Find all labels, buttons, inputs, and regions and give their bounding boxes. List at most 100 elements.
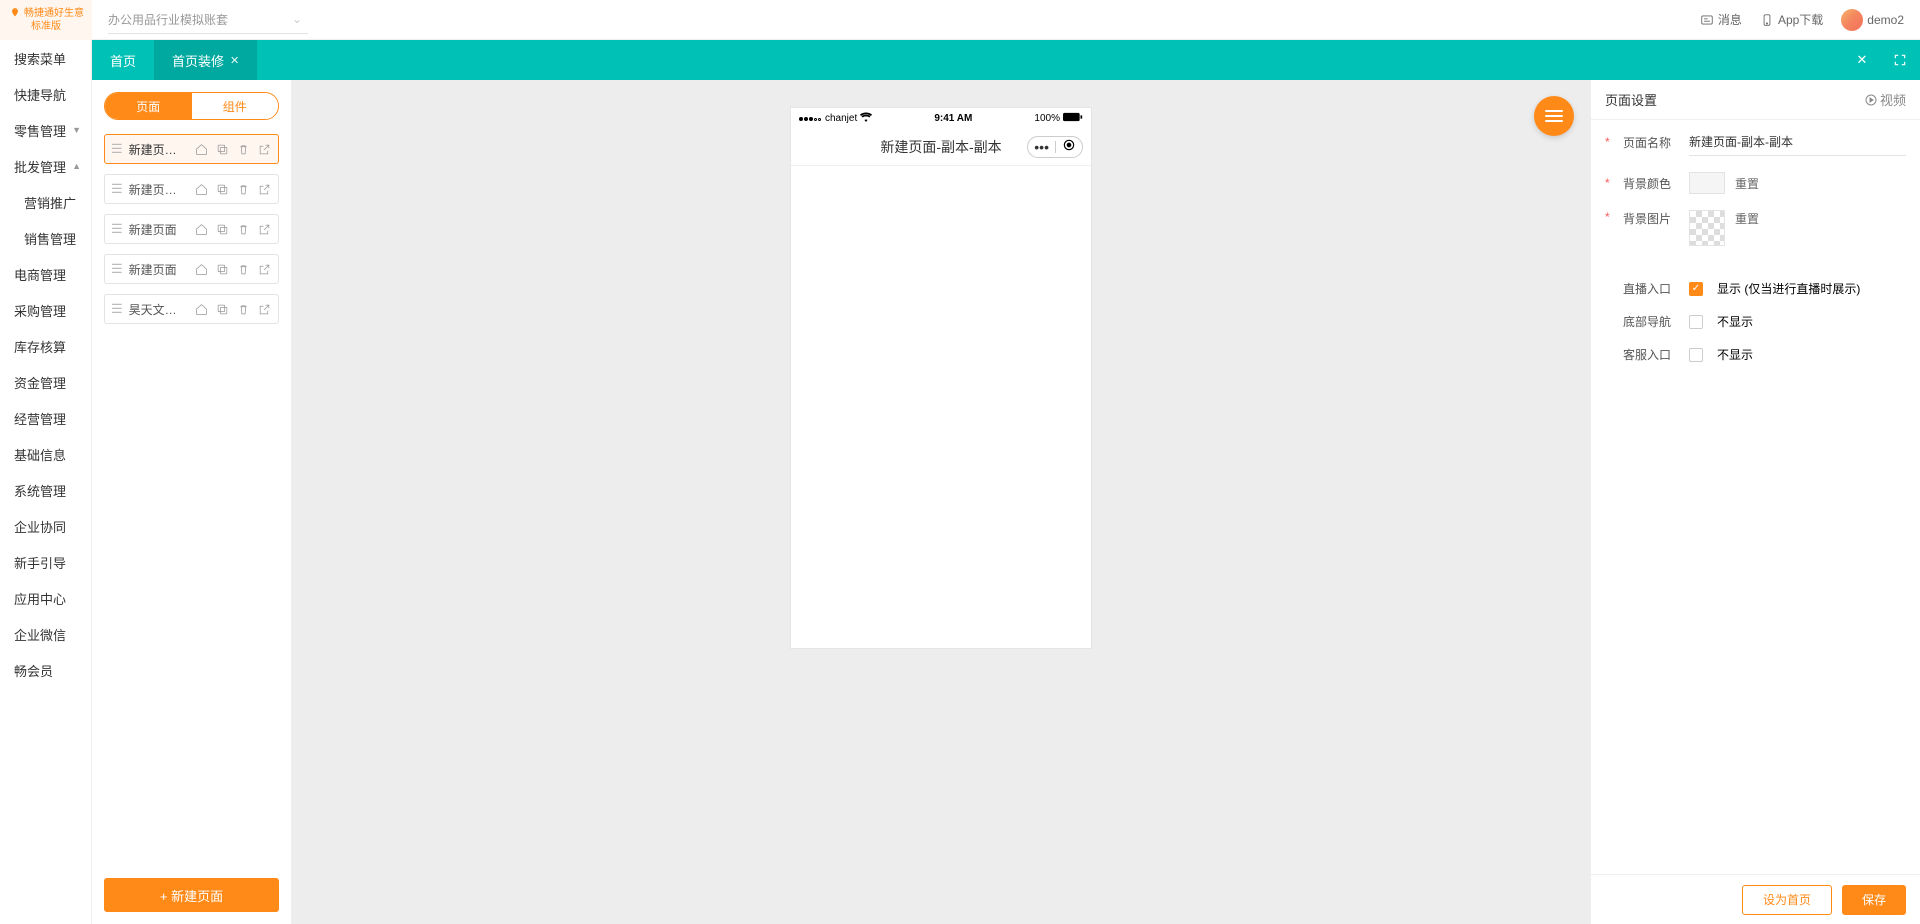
sidebar-item-wework[interactable]: 企业微信 <box>0 616 91 652</box>
required-mark: * <box>1605 210 1613 224</box>
wifi-icon <box>860 112 872 125</box>
cs-checkbox[interactable] <box>1689 348 1703 362</box>
more-icon[interactable]: ••• <box>1034 139 1049 155</box>
copy-icon[interactable] <box>215 142 230 157</box>
share-icon[interactable] <box>257 302 272 317</box>
delete-icon[interactable] <box>236 142 251 157</box>
delete-icon[interactable] <box>236 182 251 197</box>
page-name-input[interactable] <box>1689 128 1906 156</box>
segment-page[interactable]: 页面 <box>105 93 192 119</box>
copy-icon[interactable] <box>215 262 230 277</box>
app-download-link[interactable]: App下载 <box>1760 11 1823 28</box>
home-icon[interactable] <box>194 222 209 237</box>
tab-label: 首页 <box>110 51 136 70</box>
sidebar-item-collab[interactable]: 企业协同 <box>0 508 91 544</box>
sidebar-item-marketing[interactable]: 营销推广 <box>0 184 91 220</box>
tab-editor[interactable]: 首页装修 ✕ <box>154 40 257 80</box>
sidebar-item-finance[interactable]: 资金管理 <box>0 364 91 400</box>
drag-handle-icon[interactable]: ☰ <box>111 221 123 237</box>
share-icon[interactable] <box>257 262 272 277</box>
user-menu[interactable]: demo2 <box>1841 9 1904 31</box>
set-home-button[interactable]: 设为首页 <box>1742 885 1832 915</box>
sidebar-item-quicknav[interactable]: 快捷导航 <box>0 76 91 112</box>
reset-bgimg[interactable]: 重置 <box>1735 210 1759 227</box>
sidebar-item-search[interactable]: 搜索菜单 <box>0 40 91 76</box>
fullscreen-button[interactable] <box>1886 46 1914 74</box>
page-row[interactable]: ☰ 新建页面 <box>104 254 279 284</box>
avatar <box>1841 9 1863 31</box>
reset-bgcolor[interactable]: 重置 <box>1735 175 1759 192</box>
bg-image-picker[interactable] <box>1689 210 1725 246</box>
page-row[interactable]: ☰ 新建页面-副本-... <box>104 134 279 164</box>
home-icon[interactable] <box>194 302 209 317</box>
page-row[interactable]: ☰ 新建页面 <box>104 214 279 244</box>
sidebar-item-member[interactable]: 畅会员 <box>0 652 91 688</box>
delete-icon[interactable] <box>236 262 251 277</box>
video-help-link[interactable]: 视频 <box>1865 90 1906 109</box>
sidebar-item-label: 库存核算 <box>14 337 66 356</box>
copy-icon[interactable] <box>215 182 230 197</box>
required-mark: * <box>1605 135 1613 149</box>
sidebar-item-basics[interactable]: 基础信息 <box>0 436 91 472</box>
new-page-button[interactable]: + 新建页面 <box>104 878 279 912</box>
segment-control: 页面 组件 <box>104 92 279 120</box>
sidebar-item-retail[interactable]: 零售管理▼ <box>0 112 91 148</box>
required-mark: * <box>1605 176 1613 190</box>
target-icon[interactable] <box>1062 138 1076 155</box>
bottomnav-checkbox[interactable] <box>1689 315 1703 329</box>
editor-canvas[interactable]: chanjet 9:41 AM 100% 新建页面-副本-副本 <box>292 80 1590 924</box>
sidebar-item-guide[interactable]: 新手引导 <box>0 544 91 580</box>
sidebar-item-ecommerce[interactable]: 电商管理 <box>0 256 91 292</box>
page-row[interactable]: ☰ 昊天文具店 <box>104 294 279 324</box>
field-label: 页面名称 <box>1623 134 1679 151</box>
sidebar-item-label: 系统管理 <box>14 481 66 500</box>
page-row[interactable]: ☰ 新建页面-副本 <box>104 174 279 204</box>
menu-fab[interactable] <box>1534 96 1574 136</box>
cs-text: 不显示 <box>1717 346 1753 363</box>
drag-handle-icon[interactable]: ☰ <box>111 301 123 317</box>
tab-label: 首页装修 <box>172 51 224 70</box>
home-icon[interactable] <box>194 262 209 277</box>
sidebar-item-wholesale[interactable]: 批发管理▲ <box>0 148 91 184</box>
delete-icon[interactable] <box>236 302 251 317</box>
delete-icon[interactable] <box>236 222 251 237</box>
home-icon[interactable] <box>194 142 209 157</box>
drag-handle-icon[interactable]: ☰ <box>111 181 123 197</box>
chevron-down-icon: ⌄ <box>292 12 302 26</box>
sidebar-item-label: 销售管理 <box>24 229 76 248</box>
copy-icon[interactable] <box>215 302 230 317</box>
segment-component[interactable]: 组件 <box>192 93 279 119</box>
sidebar-item-label: 电商管理 <box>14 265 66 284</box>
page-name: 新建页面 <box>129 221 188 238</box>
messages-link[interactable]: 消息 <box>1700 11 1742 28</box>
account-selector[interactable]: 办公用品行业模拟账套 ⌄ <box>108 6 308 34</box>
sidebar-item-business[interactable]: 经营管理 <box>0 400 91 436</box>
share-icon[interactable] <box>257 222 272 237</box>
copy-icon[interactable] <box>215 222 230 237</box>
share-icon[interactable] <box>257 182 272 197</box>
field-label: 客服入口 <box>1623 346 1679 363</box>
sidebar-item-inventory[interactable]: 库存核算 <box>0 328 91 364</box>
drag-handle-icon[interactable]: ☰ <box>111 141 123 157</box>
share-icon[interactable] <box>257 142 272 157</box>
sidebar-item-purchase[interactable]: 采购管理 <box>0 292 91 328</box>
sidebar-item-label: 快捷导航 <box>14 85 66 104</box>
logo-block[interactable]: 畅捷通好生意 标准版 <box>0 0 92 40</box>
close-icon[interactable]: ✕ <box>230 54 239 67</box>
brand-edition: 标准版 <box>31 21 61 33</box>
tab-home[interactable]: 首页 <box>92 40 154 80</box>
sidebar-item-system[interactable]: 系统管理 <box>0 472 91 508</box>
field-label: 底部导航 <box>1623 313 1679 330</box>
miniapp-capsule[interactable]: ••• <box>1027 136 1083 158</box>
home-icon[interactable] <box>194 182 209 197</box>
bg-color-swatch[interactable] <box>1689 172 1725 194</box>
live-checkbox[interactable]: ✓ <box>1689 282 1703 296</box>
save-button[interactable]: 保存 <box>1842 885 1906 915</box>
tab-close-button[interactable]: ✕ <box>1848 46 1876 74</box>
sidebar-item-appcenter[interactable]: 应用中心 <box>0 580 91 616</box>
sidebar-item-label: 企业微信 <box>14 625 66 644</box>
play-icon <box>1865 94 1877 106</box>
drag-handle-icon[interactable]: ☰ <box>111 261 123 277</box>
sidebar-item-sales[interactable]: 销售管理 <box>0 220 91 256</box>
phone-time: 9:41 AM <box>934 113 972 124</box>
